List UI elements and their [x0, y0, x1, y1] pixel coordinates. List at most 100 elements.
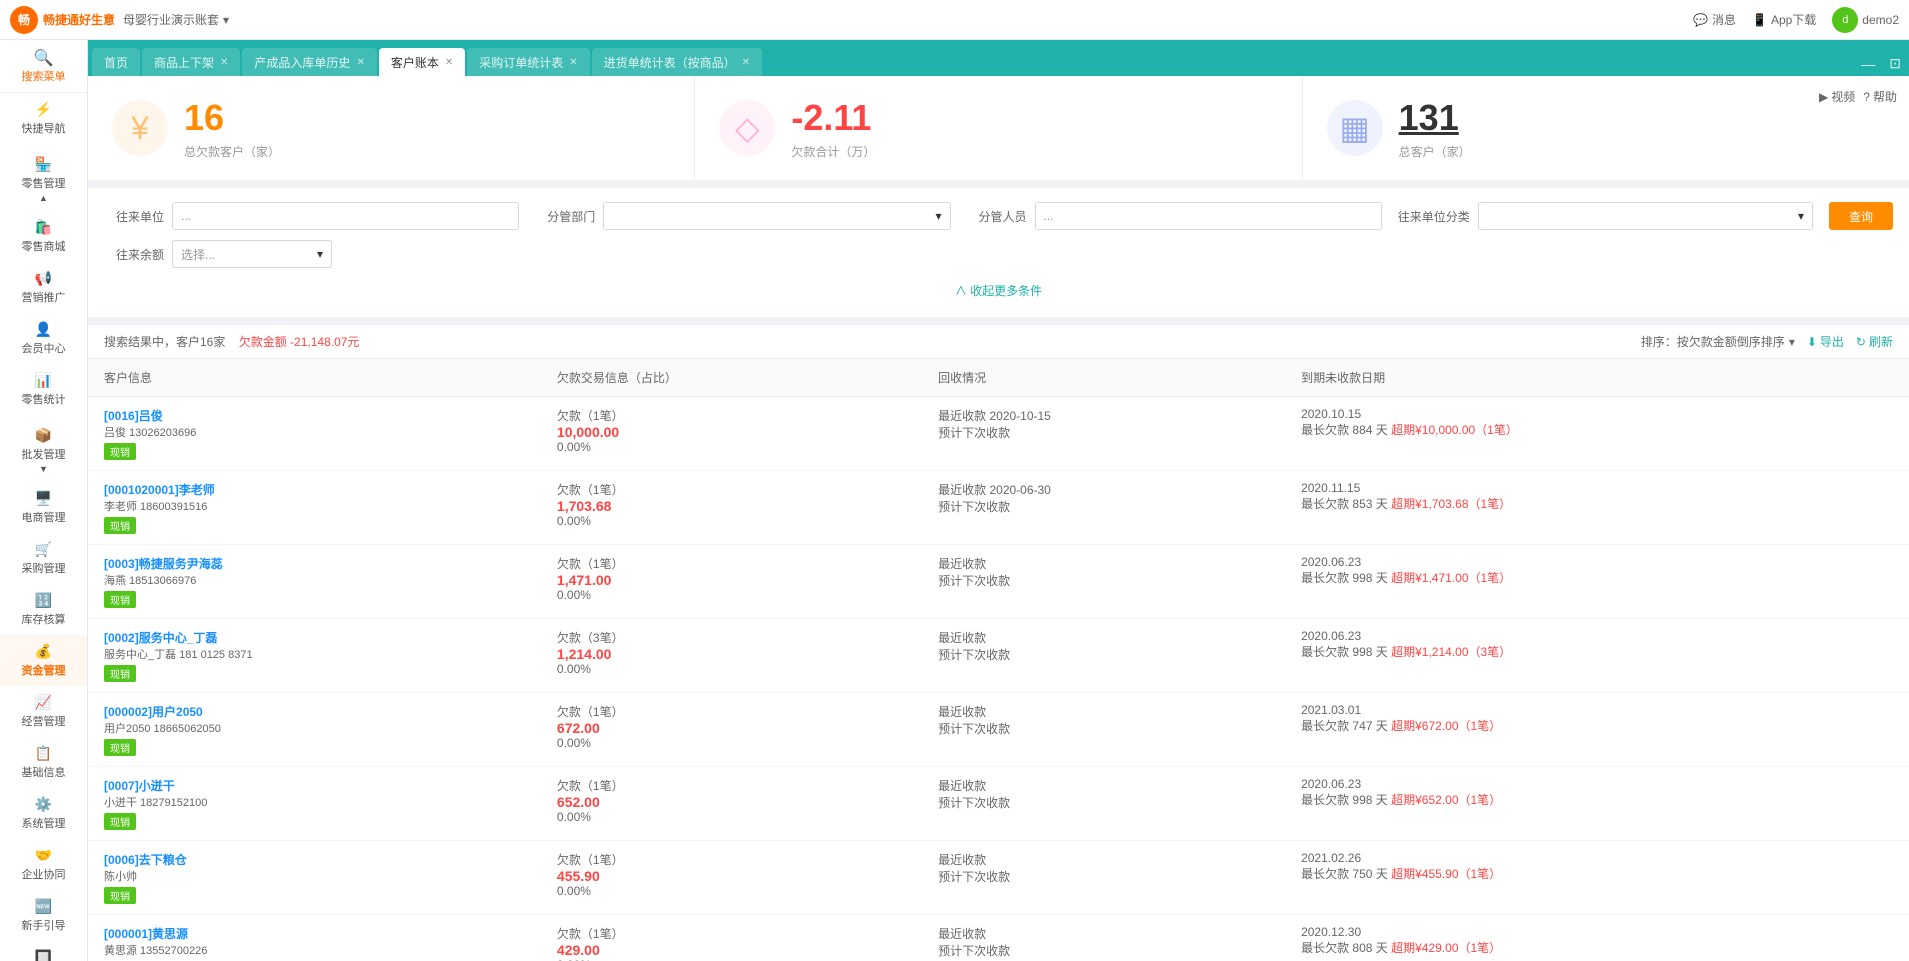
export-btn[interactable]: ⬇ 导出: [1807, 333, 1844, 350]
overdue-days: 最长欠款 750 天 超期¥455.90（1笔）: [1301, 865, 1893, 882]
customer-name[interactable]: [000001]黄思源: [104, 925, 525, 942]
overdue-date: 2021.02.26: [1301, 851, 1893, 865]
tab-close-product-off[interactable]: ✕: [220, 57, 228, 68]
collection-next: 预计下次收款: [938, 720, 1269, 737]
tab-customer-account[interactable]: 客户账本 ✕: [379, 48, 465, 76]
debt-percent: 0.00%: [557, 810, 906, 824]
dept-dropdown-icon: ▾: [935, 209, 941, 223]
sidebar-item-system[interactable]: ⚙️ 系统管理: [0, 788, 87, 839]
tab-product-off[interactable]: 商品上下架 ✕: [142, 48, 240, 76]
customer-name[interactable]: [0003]畅捷服务尹海蕊: [104, 555, 525, 572]
overdue-amount[interactable]: 超期¥672.00（1笔）: [1391, 719, 1501, 733]
sidebar-item-retail-stat[interactable]: 📊 零售统计: [0, 364, 87, 415]
tab-home[interactable]: 首页: [92, 48, 140, 76]
tab-close-customer-account[interactable]: ✕: [445, 57, 453, 68]
customer-name[interactable]: [0001020001]李老师: [104, 481, 525, 498]
filter-person: 分管人员 ...: [967, 202, 1382, 230]
overdue-amount[interactable]: 超期¥1,214.00（3笔）: [1391, 645, 1511, 659]
balance-select[interactable]: 选择... ▾: [172, 240, 332, 268]
customer-info-cell: [0003]畅捷服务尹海蕊 海燕 18513066976 现销: [88, 545, 541, 619]
search-menu[interactable]: 🔍 搜索菜单: [0, 40, 87, 93]
overdue-amount[interactable]: 超期¥429.00（1笔）: [1391, 941, 1501, 955]
dept-select[interactable]: ▾: [603, 202, 950, 230]
table-area: 搜索结果中，客户16家 欠款金额 -21,148.07元 排序：按欠款金额倒序排…: [88, 325, 1909, 961]
stat-icon-debt-amount: ◇: [719, 100, 775, 156]
sidebar-item-marketing[interactable]: 📢 营销推广: [0, 262, 87, 313]
video-btn[interactable]: ▶ 视频: [1819, 88, 1855, 105]
collapse-filter-btn[interactable]: ∧ 收起更多条件: [104, 278, 1893, 303]
sidebar-item-retail-store[interactable]: 🛍️ 零售商城: [0, 211, 87, 262]
customer-name[interactable]: [0002]服务中心_丁磊: [104, 629, 525, 646]
sidebar-item-capital[interactable]: 💰 资金管理: [0, 635, 87, 686]
col-debt-info: 欠款交易信息（占比）: [541, 359, 922, 397]
logo-area: 畅 畅捷通好生意: [10, 6, 115, 34]
tab-collapse-btn[interactable]: —: [1857, 52, 1879, 76]
debt-count: 欠款（3笔）: [557, 629, 906, 646]
customer-name[interactable]: [000002]用户2050: [104, 703, 525, 720]
sidebar-item-new-guide[interactable]: 🆕 新手引导: [0, 890, 87, 941]
table-row: [0003]畅捷服务尹海蕊 海燕 18513066976 现销 欠款（1笔） 1…: [88, 545, 1909, 619]
sidebar-item-stock-check[interactable]: 🔢 库存核算: [0, 584, 87, 635]
sidebar-item-batch-mgmt[interactable]: 📦 批发管理 ▼: [0, 419, 87, 482]
refresh-btn[interactable]: ↻ 刷新: [1856, 333, 1893, 350]
stat-icon-debt-customers: ¥: [112, 100, 168, 156]
sidebar-item-quick-nav[interactable]: ⚡ 快捷导航: [0, 93, 87, 144]
debt-amount[interactable]: 455.90: [557, 868, 906, 884]
source-unit-input[interactable]: ...: [172, 202, 519, 230]
tab-close-purchase-order[interactable]: ✕: [569, 57, 577, 68]
overdue-cell: 2020.06.23 最长欠款 998 天 超期¥652.00（1笔）: [1285, 767, 1909, 841]
overdue-amount[interactable]: 超期¥1,703.68（1笔）: [1391, 497, 1511, 511]
stat-number-debt-amount: -2.11: [791, 96, 1277, 139]
table-header-row: 客户信息 欠款交易信息（占比） 回收情况 到期未收款日期: [88, 359, 1909, 397]
debt-amount[interactable]: 652.00: [557, 794, 906, 810]
sidebar-item-member[interactable]: 👤 会员中心: [0, 313, 87, 364]
customer-name[interactable]: [0006]去下粮仓: [104, 851, 525, 868]
debt-amount[interactable]: 1,703.68: [557, 498, 906, 514]
filter-source-unit-label: 往来单位: [104, 208, 164, 225]
sidebar-item-retail-mgmt[interactable]: 🏪 零售管理 ▲: [0, 148, 87, 211]
tab-close-product-in[interactable]: ✕: [356, 57, 364, 68]
person-input[interactable]: ...: [1035, 202, 1382, 230]
sidebar-item-operation[interactable]: 📈 经营管理: [0, 686, 87, 737]
help-btn[interactable]: ? 帮助: [1863, 88, 1897, 105]
tab-close-stock-stat[interactable]: ✕: [742, 57, 750, 68]
sort-selector[interactable]: 排序：按欠款金额倒序排序 ▾: [1641, 333, 1795, 350]
filter-dept: 分管部门 ▾: [535, 202, 950, 230]
store-selector[interactable]: 母婴行业演示账套 ▾: [123, 11, 229, 28]
sidebar-item-basic-info[interactable]: 📋 基础信息: [0, 737, 87, 788]
tab-product-in[interactable]: 产成品入库单历史 ✕: [242, 48, 376, 76]
app-download-btn[interactable]: 📱 App下载: [1752, 11, 1816, 28]
sidebar-item-enterprise-co[interactable]: 🤝 企业协同: [0, 839, 87, 890]
tab-expand-btn[interactable]: ⊡: [1885, 51, 1905, 76]
unit-class-select[interactable]: ▾: [1478, 202, 1813, 230]
tab-stock-stat[interactable]: 进货单统计表（按商品） ✕: [592, 48, 762, 76]
collection-next: 预计下次收款: [938, 942, 1269, 959]
debt-amount[interactable]: 672.00: [557, 720, 906, 736]
debt-amount[interactable]: 1,214.00: [557, 646, 906, 662]
debt-count: 欠款（1笔）: [557, 703, 906, 720]
sidebar-item-app-center[interactable]: 🔲 应用中心: [0, 941, 87, 961]
message-btn[interactable]: 💬 消息: [1693, 11, 1736, 28]
collection-cell: 最近收款 2020-06-30 预计下次收款: [922, 471, 1285, 545]
customer-phone: 陈小帅: [104, 868, 525, 884]
debt-amount[interactable]: 1,471.00: [557, 572, 906, 588]
customer-tag: 现销: [104, 517, 136, 534]
overdue-amount[interactable]: 超期¥652.00（1笔）: [1391, 793, 1501, 807]
sidebar-item-purchase[interactable]: 🛒 采购管理: [0, 533, 87, 584]
tab-purchase-order[interactable]: 采购订单统计表 ✕: [467, 48, 589, 76]
search-menu-label: 搜索菜单: [6, 68, 81, 84]
overdue-amount[interactable]: 超期¥10,000.00（1笔）: [1391, 423, 1518, 437]
customer-phone: 黄思源 13552700226: [104, 942, 525, 958]
customer-name[interactable]: [0016]吕俊: [104, 407, 525, 424]
overdue-date: 2020.12.30: [1301, 925, 1893, 939]
debt-amount[interactable]: 429.00: [557, 942, 906, 958]
customer-name[interactable]: [0007]小迸干: [104, 777, 525, 794]
overdue-amount[interactable]: 超期¥455.90（1笔）: [1391, 867, 1501, 881]
user-profile[interactable]: d demo2: [1832, 7, 1899, 33]
filter-balance: 往来余额 选择... ▾: [104, 240, 1893, 268]
search-button[interactable]: 查询: [1829, 202, 1893, 230]
collection-date: 最近收款: [938, 703, 1269, 720]
overdue-amount[interactable]: 超期¥1,471.00（1笔）: [1391, 571, 1511, 585]
sidebar-item-ecommerce[interactable]: 🖥️ 电商管理: [0, 482, 87, 533]
debt-amount[interactable]: 10,000.00: [557, 424, 906, 440]
